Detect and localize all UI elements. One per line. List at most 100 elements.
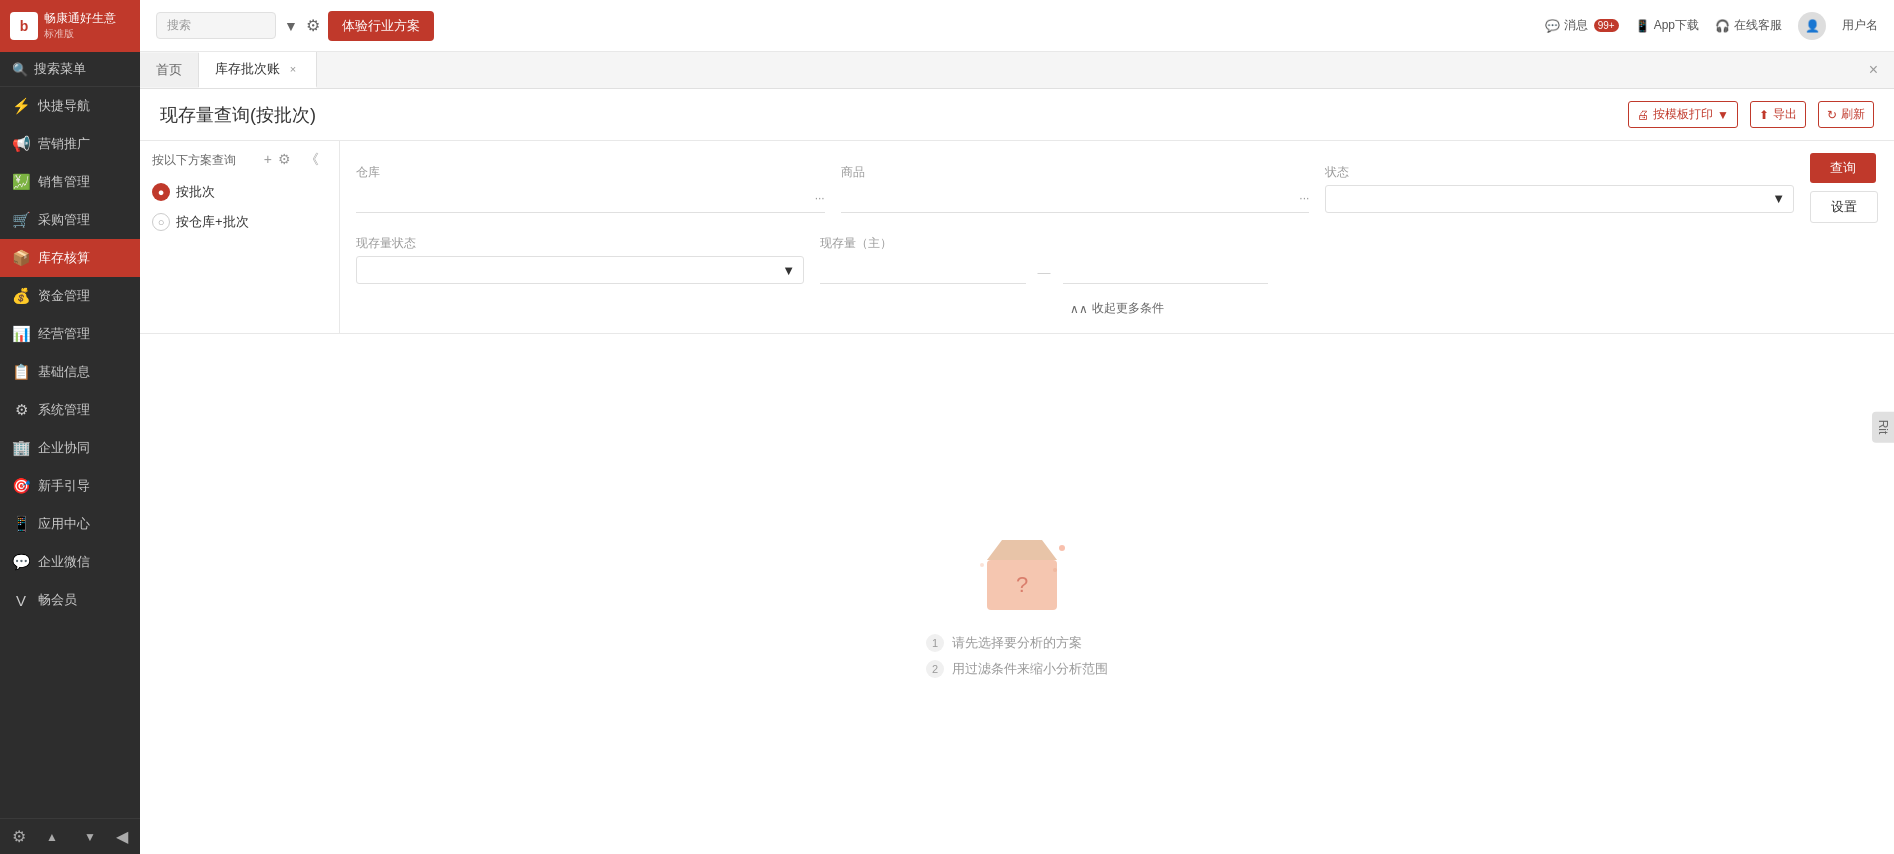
export-label: 导出 bbox=[1773, 106, 1797, 123]
warehouse-more-icon[interactable]: ··· bbox=[815, 191, 825, 205]
sidebar-item-finance[interactable]: 💰 资金管理 bbox=[0, 277, 140, 315]
filter-row-2: 现存量状态 ▼ 现存量（主） — bbox=[356, 235, 1878, 284]
sidebar-item-inventory[interactable]: 📦 库存核算 bbox=[0, 239, 140, 277]
tab-home[interactable]: 首页 bbox=[140, 53, 199, 87]
sidebar-item-base-info[interactable]: 📋 基础信息 bbox=[0, 353, 140, 391]
online-service-label: 在线客服 bbox=[1734, 17, 1782, 34]
page-header-actions: 🖨 按模板打印 ▼ ⬆ 导出 ↻ 刷新 bbox=[1628, 101, 1874, 128]
sidebar-item-enterprise[interactable]: 🏢 企业协同 bbox=[0, 429, 140, 467]
product-more-icon[interactable]: ··· bbox=[1299, 191, 1309, 205]
search-placeholder: 搜索 bbox=[167, 18, 191, 32]
sidebar-item-vip[interactable]: V 畅会员 bbox=[0, 581, 140, 619]
sidebar-item-sales[interactable]: 💹 销售管理 bbox=[0, 163, 140, 201]
quick-nav-icon: ⚡ bbox=[12, 97, 30, 115]
messages-action[interactable]: 💬 消息 99+ bbox=[1545, 17, 1619, 34]
status-select[interactable]: ▼ bbox=[1325, 185, 1794, 213]
online-service-action[interactable]: 🎧 在线客服 bbox=[1715, 17, 1782, 34]
app-name: 畅康通好生意 bbox=[44, 11, 116, 27]
tip-text-2: 用过滤条件来缩小分析范围 bbox=[952, 660, 1108, 678]
stock-qty-to-input[interactable] bbox=[1063, 256, 1269, 284]
filter-actions: 查询 设置 bbox=[1810, 153, 1878, 223]
tabbar: 首页 库存批次账 × × bbox=[140, 52, 1894, 89]
right-panel-toggle[interactable]: Rit bbox=[1872, 412, 1894, 443]
sidebar-item-label: 系统管理 bbox=[38, 401, 90, 419]
stock-qty-from-input[interactable] bbox=[820, 256, 1026, 284]
svg-text:?: ? bbox=[1016, 572, 1028, 597]
collapse-more-btn[interactable]: ∧∧ 收起更多条件 bbox=[356, 296, 1878, 321]
sidebar-item-app-center[interactable]: 📱 应用中心 bbox=[0, 505, 140, 543]
sidebar-scroll-up[interactable]: ▲ bbox=[40, 828, 64, 846]
topbar-right: 💬 消息 99+ 📱 App下载 🎧 在线客服 👤 用户名 bbox=[1545, 12, 1878, 40]
global-close-button[interactable]: × bbox=[1853, 53, 1894, 87]
print-button[interactable]: 🖨 按模板打印 ▼ bbox=[1628, 101, 1738, 128]
topbar-dropdown-icon[interactable]: ▼ bbox=[284, 18, 298, 34]
svg-point-7 bbox=[1053, 568, 1057, 572]
headset-icon: 🎧 bbox=[1715, 19, 1730, 33]
messages-label: 消息 bbox=[1564, 17, 1588, 34]
empty-state: ? 1 请先选择要分析的方案 2 用过滤条件来缩小分析范围 bbox=[140, 334, 1894, 854]
refresh-button[interactable]: ↻ 刷新 bbox=[1818, 101, 1874, 128]
scheme-by-warehouse-batch[interactable]: ○ 按仓库+批次 bbox=[140, 207, 339, 237]
right-panel-label: Rit bbox=[1876, 420, 1890, 435]
wechat-icon: 💬 bbox=[12, 553, 30, 571]
sidebar-scroll-down[interactable]: ▼ bbox=[78, 828, 102, 846]
sidebar-item-operations[interactable]: 📊 经营管理 bbox=[0, 315, 140, 353]
warehouse-input[interactable]: ··· bbox=[356, 185, 825, 213]
settings-icon[interactable]: ⚙ bbox=[12, 827, 26, 846]
manage-scheme-icon[interactable]: ⚙ bbox=[278, 151, 291, 169]
product-input[interactable]: ··· bbox=[841, 185, 1310, 213]
sidebar-item-system[interactable]: ⚙ 系统管理 bbox=[0, 391, 140, 429]
topbar-gear-icon[interactable]: ⚙ bbox=[306, 16, 320, 35]
stock-status-field: 现存量状态 ▼ bbox=[356, 235, 804, 284]
tip-num-2: 2 bbox=[926, 660, 944, 678]
app-download-action[interactable]: 📱 App下载 bbox=[1635, 17, 1699, 34]
trial-button[interactable]: 体验行业方案 bbox=[328, 11, 434, 41]
stock-status-select[interactable]: ▼ bbox=[356, 256, 804, 284]
export-button[interactable]: ⬆ 导出 bbox=[1750, 101, 1806, 128]
page-content: 现存量查询(按批次) 🖨 按模板打印 ▼ ⬆ 导出 ↻ 刷新 bbox=[140, 89, 1894, 854]
tab-batch-account[interactable]: 库存批次账 × bbox=[199, 52, 317, 88]
filter-row-1: 仓库 ··· 商品 ··· 状态 bbox=[356, 153, 1878, 223]
svg-point-6 bbox=[980, 563, 984, 567]
messages-badge: 99+ bbox=[1594, 19, 1619, 32]
settings-button[interactable]: 设置 bbox=[1810, 191, 1878, 223]
sidebar-item-newbie[interactable]: 🎯 新手引导 bbox=[0, 467, 140, 505]
refresh-icon: ↻ bbox=[1827, 108, 1837, 122]
empty-svg: ? bbox=[967, 510, 1077, 620]
user-avatar[interactable]: 👤 bbox=[1798, 12, 1826, 40]
filter-fields: 仓库 ··· 商品 ··· 状态 bbox=[340, 141, 1894, 333]
sidebar-item-purchase[interactable]: 🛒 采购管理 bbox=[0, 201, 140, 239]
scheme-by-batch[interactable]: ● 按批次 bbox=[140, 177, 339, 207]
inventory-icon: 📦 bbox=[12, 249, 30, 267]
finance-icon: 💰 bbox=[12, 287, 30, 305]
sidebar-item-quick-nav[interactable]: ⚡ 快捷导航 bbox=[0, 87, 140, 125]
tip-num-1: 1 bbox=[926, 634, 944, 652]
topbar-search-box[interactable]: 搜索 bbox=[156, 12, 276, 39]
svg-point-5 bbox=[1059, 545, 1065, 551]
filter-area: 按以下方案查询 + ⚙ 《 ● 按批次 ○ 按仓库+批次 bbox=[140, 141, 1894, 334]
purchase-icon: 🛒 bbox=[12, 211, 30, 229]
sidebar-search[interactable]: 🔍 搜索菜单 bbox=[0, 52, 140, 87]
newbie-icon: 🎯 bbox=[12, 477, 30, 495]
svg-marker-3 bbox=[987, 540, 1057, 560]
vip-icon: V bbox=[12, 591, 30, 609]
query-button[interactable]: 查询 bbox=[1810, 153, 1876, 183]
schemes-label: 按以下方案查询 bbox=[152, 152, 236, 169]
empty-illustration: ? bbox=[967, 510, 1067, 610]
app-center-icon: 📱 bbox=[12, 515, 30, 533]
collapse-schemes-btn[interactable]: 《 bbox=[297, 151, 327, 169]
tab-close-icon[interactable]: × bbox=[286, 62, 300, 76]
status-dropdown-icon: ▼ bbox=[1772, 191, 1785, 206]
sidebar-item-label: 应用中心 bbox=[38, 515, 90, 533]
sidebar-item-label: 快捷导航 bbox=[38, 97, 90, 115]
collapse-sidebar-icon[interactable]: ◀ bbox=[116, 827, 128, 846]
sidebar-item-marketing[interactable]: 📢 营销推广 bbox=[0, 125, 140, 163]
scheme-by-warehouse-batch-label: 按仓库+批次 bbox=[176, 213, 249, 231]
sidebar-item-label: 畅会员 bbox=[38, 591, 77, 609]
sidebar-item-wechat[interactable]: 💬 企业微信 bbox=[0, 543, 140, 581]
sidebar-search-label: 搜索菜单 bbox=[34, 60, 86, 78]
topbar-left: 搜索 ▼ ⚙ 体验行业方案 bbox=[156, 11, 1533, 41]
main-content: 搜索 ▼ ⚙ 体验行业方案 💬 消息 99+ 📱 App下载 🎧 在线客服 👤 bbox=[140, 0, 1894, 854]
sidebar-header: b 畅康通好生意 标准版 bbox=[0, 0, 140, 52]
add-scheme-icon[interactable]: + bbox=[264, 151, 272, 169]
